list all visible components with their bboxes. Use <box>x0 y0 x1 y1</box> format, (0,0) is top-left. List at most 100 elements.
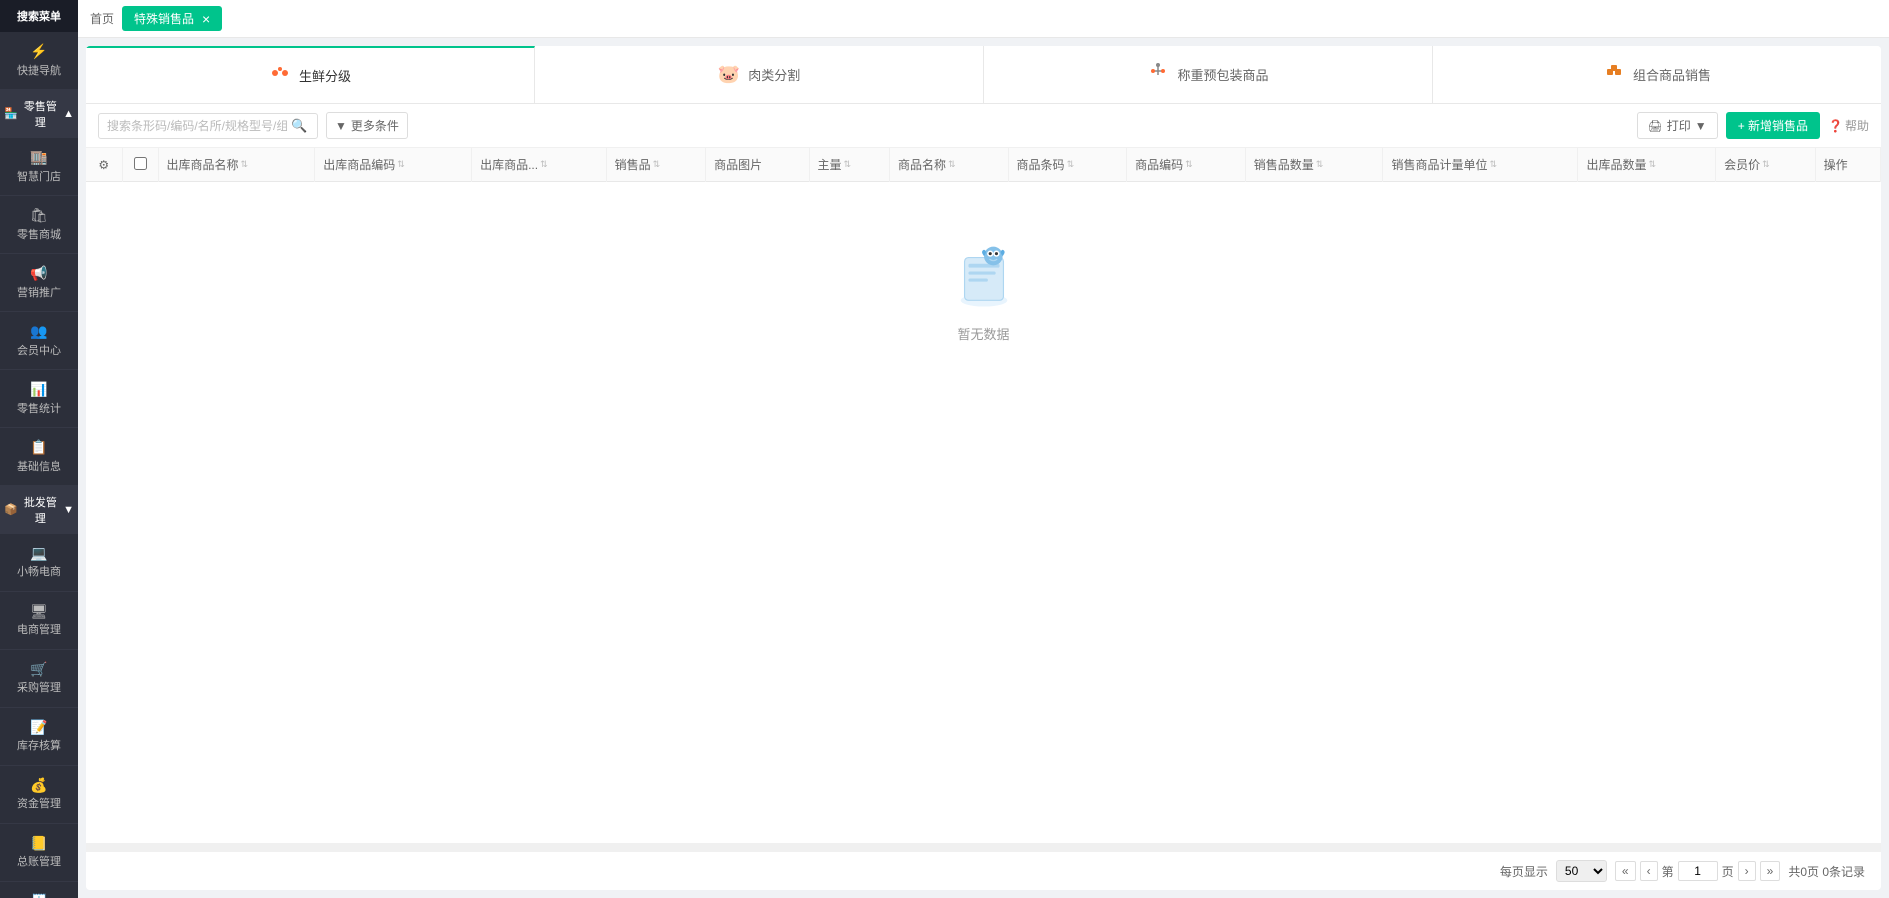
sidebar-item-wholesale-mgmt[interactable]: 📦 批发管理 ▼ <box>0 486 78 534</box>
invoice-icon: 🧾 <box>4 892 74 898</box>
wholesale-icon: 📦 <box>4 503 18 516</box>
sidebar-item-inventory[interactable]: 📝 库存核算 <box>0 708 78 766</box>
sidebar-item-smart-store[interactable]: 🏬 智慧门店 <box>0 138 78 196</box>
last-page-button[interactable]: » <box>1760 861 1781 881</box>
pagination: 每页显示 10 20 50 100 « ‹ 第 页 › » 共0页 0条记录 <box>86 851 1881 890</box>
first-page-button[interactable]: « <box>1615 861 1636 881</box>
select-all-checkbox[interactable] <box>134 157 147 170</box>
empty-icon <box>944 242 1024 312</box>
toolbar-right: 🖨 打印 ▼ + 新增销售品 ❓ 帮助 <box>1637 112 1869 139</box>
marketing-icon: 📢 <box>4 264 74 284</box>
tab-fresh-grading[interactable]: 生鲜分级 <box>86 46 535 103</box>
th-sales-item[interactable]: 销售品 ⇅ <box>606 148 706 182</box>
search-icon[interactable]: 🔍 <box>291 118 307 134</box>
table-header-row: ⚙ 出库商品名称 ⇅ 出库商品编码 <box>86 148 1881 182</box>
retail-mgmt-arrow: ▲ <box>63 108 74 120</box>
th-actions: 操作 <box>1815 148 1880 182</box>
page-suffix: 页 <box>1722 863 1734 880</box>
retail-mall-icon: 🛍 <box>4 206 74 226</box>
filter-icon: ▼ <box>335 119 347 133</box>
add-sales-button[interactable]: + 新增销售品 <box>1726 112 1820 139</box>
th-product-name[interactable]: 商品名称 ⇅ <box>889 148 1008 182</box>
sort-icon4: ⇅ <box>653 159 661 170</box>
weighed-prepack-icon <box>1147 61 1169 88</box>
sidebar: 搜索菜单 ⚡ 快捷导航 🏪 零售管理 ▲ 🏬 智慧门店 🛍 零售商城 📢 营销推… <box>0 0 78 898</box>
th-out-product-code[interactable]: 出库商品编码 ⇅ <box>315 148 472 182</box>
sidebar-item-purchase[interactable]: 🛒 采购管理 <box>0 650 78 708</box>
prev-page-button[interactable]: ‹ <box>1640 861 1658 881</box>
print-button[interactable]: 🖨 打印 ▼ <box>1637 112 1718 139</box>
members-icon: 👥 <box>4 322 74 342</box>
sidebar-item-ecommerce-mgmt[interactable]: 🖥 电商管理 <box>0 592 78 650</box>
page-nav: « ‹ 第 页 › » <box>1615 861 1780 881</box>
sidebar-item-marketing[interactable]: 📢 营销推广 <box>0 254 78 312</box>
sidebar-item-finance[interactable]: 💰 资金管理 <box>0 766 78 824</box>
th-barcode[interactable]: 商品条码 ⇅ <box>1008 148 1127 182</box>
th-product-image: 商品图片 <box>706 148 809 182</box>
inventory-icon: 📝 <box>4 718 74 738</box>
sort-icon9: ⇅ <box>1316 159 1324 170</box>
print-icon: 🖨 <box>1648 119 1663 133</box>
per-page-select[interactable]: 10 20 50 100 <box>1556 860 1607 882</box>
print-arrow-icon: ▼ <box>1695 119 1707 133</box>
sidebar-item-basic-info[interactable]: 📋 基础信息 <box>0 428 78 486</box>
sort-icon2: ⇅ <box>397 159 405 170</box>
tab-close-icon[interactable]: × <box>202 11 210 27</box>
quick-nav-icon: ⚡ <box>4 42 74 62</box>
bottom-scrollbar[interactable] <box>86 843 1881 851</box>
table-container: ⚙ 出库商品名称 ⇅ 出库商品编码 <box>86 148 1881 843</box>
page-label: 第 <box>1662 863 1674 880</box>
th-out-product-name[interactable]: 出库商品名称 ⇅ <box>158 148 315 182</box>
search-input[interactable] <box>107 119 287 133</box>
th-product-code[interactable]: 商品编码 ⇅ <box>1127 148 1246 182</box>
toolbar: 🔍 ▼ 更多条件 🖨 打印 ▼ + 新增销售品 ❓ 帮助 <box>86 104 1881 148</box>
th-sales-qty[interactable]: 销售品数量 ⇅ <box>1245 148 1383 182</box>
page-content: 生鲜分级 🐷 肉类分割 称重预包装商品 组合商品销售 <box>86 46 1881 890</box>
fresh-grading-icon <box>269 62 291 89</box>
finance-icon: 💰 <box>4 776 74 796</box>
home-link[interactable]: 首页 <box>90 10 114 27</box>
sort-icon11: ⇅ <box>1648 159 1656 170</box>
empty-text: 暂无数据 <box>957 324 1009 343</box>
search-box[interactable]: 🔍 <box>98 113 318 139</box>
smart-store-icon: 🏬 <box>4 148 74 168</box>
sort-icon6: ⇅ <box>948 159 956 170</box>
retail-stats-icon: 📊 <box>4 380 74 400</box>
th-member-price[interactable]: 会员价 ⇅ <box>1716 148 1816 182</box>
sidebar-logo[interactable]: 搜索菜单 <box>0 0 78 32</box>
th-out-qty[interactable]: 出库品数量 ⇅ <box>1578 148 1716 182</box>
sidebar-item-retail-stats[interactable]: 📊 零售统计 <box>0 370 78 428</box>
tab-combo-sales[interactable]: 组合商品销售 <box>1433 46 1881 103</box>
ecommerce-icon: 💻 <box>4 544 74 564</box>
th-checkbox[interactable] <box>122 148 158 182</box>
sidebar-item-ledger[interactable]: 📒 总账管理 <box>0 824 78 882</box>
next-page-button[interactable]: › <box>1738 861 1756 881</box>
sidebar-item-quick-nav[interactable]: ⚡ 快捷导航 <box>0 32 78 90</box>
th-settings[interactable]: ⚙ <box>86 148 122 182</box>
sort-icon: ⇅ <box>241 159 249 170</box>
main-content: 首页 特殊销售品 × 生鲜分级 🐷 肉类分割 称重预包装商品 <box>78 0 1889 898</box>
purchase-icon: 🛒 <box>4 660 74 680</box>
help-icon: ❓ <box>1828 119 1843 133</box>
sidebar-item-invoice[interactable]: 🧾 发票管理 <box>0 882 78 898</box>
basic-info-icon: 📋 <box>4 438 74 458</box>
top-bar: 首页 特殊销售品 × <box>78 0 1889 38</box>
sidebar-item-retail-mgmt[interactable]: 🏪 零售管理 ▲ <box>0 90 78 138</box>
th-main-qty[interactable]: 主量 ⇅ <box>809 148 889 182</box>
th-sales-unit[interactable]: 销售商品计量单位 ⇅ <box>1383 148 1578 182</box>
tab-weighed-prepack[interactable]: 称重预包装商品 <box>984 46 1433 103</box>
sidebar-item-retail-mall[interactable]: 🛍 零售商城 <box>0 196 78 254</box>
retail-mgmt-icon: 🏪 <box>4 107 18 120</box>
filter-button[interactable]: ▼ 更多条件 <box>326 112 408 139</box>
tab-meat-cutting[interactable]: 🐷 肉类分割 <box>535 46 984 103</box>
sidebar-item-ecommerce[interactable]: 💻 小畅电商 <box>0 534 78 592</box>
ledger-icon: 📒 <box>4 834 74 854</box>
page-number-input[interactable] <box>1678 861 1718 881</box>
th-out-product-more[interactable]: 出库商品... ⇅ <box>472 148 607 182</box>
ecommerce-mgmt-icon: 🖥 <box>4 602 74 622</box>
help-button[interactable]: ❓ 帮助 <box>1828 117 1869 134</box>
sidebar-item-members[interactable]: 👥 会员中心 <box>0 312 78 370</box>
category-tabs: 生鲜分级 🐷 肉类分割 称重预包装商品 组合商品销售 <box>86 46 1881 104</box>
special-sales-tab[interactable]: 特殊销售品 × <box>122 6 222 31</box>
empty-state: 暂无数据 <box>86 182 1881 403</box>
